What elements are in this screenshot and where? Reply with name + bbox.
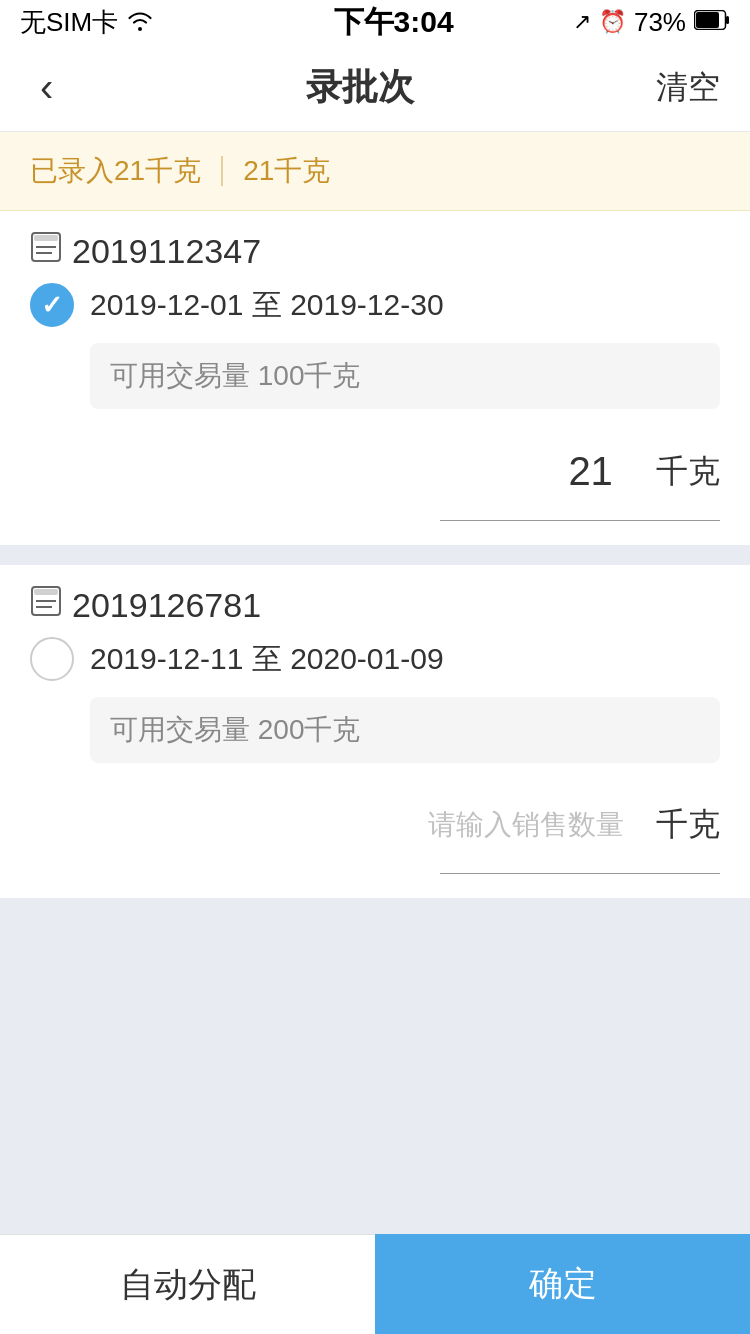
info-banner: 已录入21千克 21千克 xyxy=(0,132,750,211)
batch-card-1: 2019112347 2019-12-01 至 2019-12-30 可用交易量… xyxy=(0,211,750,545)
quantity-unit-2: 千克 xyxy=(656,803,720,847)
wifi-icon xyxy=(126,7,154,38)
back-button[interactable]: ‹ xyxy=(30,55,63,120)
batch-header-2: 2019126781 xyxy=(30,585,720,625)
status-carrier: 无SIM卡 xyxy=(20,5,154,40)
batch-id-2: 2019126781 xyxy=(72,586,261,625)
status-right: ↗ ⏰ 73% xyxy=(573,7,730,38)
total-label: 21千克 xyxy=(243,152,330,190)
batch-doc-icon-1 xyxy=(30,231,62,271)
location-icon: ↗ xyxy=(573,9,591,35)
batch-item-2: 2019126781 2019-12-11 至 2020-01-09 可用交易量… xyxy=(0,565,750,783)
quantity-spacer-1 xyxy=(629,449,640,494)
input-underline-2 xyxy=(440,873,720,874)
batch-item-1: 2019112347 2019-12-01 至 2019-12-30 可用交易量… xyxy=(0,211,750,429)
batch-date-1: 2019-12-01 至 2019-12-30 xyxy=(90,285,444,326)
batch-doc-icon-2 xyxy=(30,585,62,625)
section-divider xyxy=(0,545,750,565)
batch-date-row-2[interactable]: 2019-12-11 至 2020-01-09 xyxy=(30,637,720,681)
svg-rect-8 xyxy=(34,589,58,595)
battery-percent: 73% xyxy=(634,7,686,38)
alarm-icon: ⏰ xyxy=(599,9,626,35)
svg-rect-2 xyxy=(726,16,729,24)
radio-2[interactable] xyxy=(30,637,74,681)
bottom-area xyxy=(0,898,750,1278)
quantity-unit-1: 千克 xyxy=(656,450,720,494)
quantity-row-1: 21 千克 xyxy=(0,429,750,510)
batch-header-1: 2019112347 xyxy=(30,231,720,271)
quantity-placeholder-2: 请输入销售数量 xyxy=(30,806,624,844)
bottom-buttons: 自动分配 确定 xyxy=(0,1234,750,1334)
nav-bar: ‹ 录批次 清空 xyxy=(0,44,750,132)
page-title: 录批次 xyxy=(306,63,414,112)
input-line-container-1 xyxy=(0,510,750,545)
batch-available-1: 可用交易量 100千克 xyxy=(90,343,720,409)
confirm-button[interactable]: 确定 xyxy=(375,1234,750,1334)
entered-label: 已录入21千克 xyxy=(30,152,201,190)
batch-id-1: 2019112347 xyxy=(72,232,261,271)
status-bar: 无SIM卡 下午3:04 ↗ ⏰ 73% xyxy=(0,0,750,44)
radio-1[interactable] xyxy=(30,283,74,327)
battery-icon xyxy=(694,8,730,36)
batch-date-2: 2019-12-11 至 2020-01-09 xyxy=(90,639,444,680)
svg-rect-1 xyxy=(696,12,719,28)
banner-divider xyxy=(221,156,223,186)
quantity-value-1: 21 xyxy=(568,449,613,494)
batch-card-2: 2019126781 2019-12-11 至 2020-01-09 可用交易量… xyxy=(0,565,750,898)
input-underline-1 xyxy=(440,520,720,521)
clear-button[interactable]: 清空 xyxy=(656,66,720,110)
quantity-row-2[interactable]: 请输入销售数量 千克 xyxy=(0,783,750,863)
carrier-text: 无SIM卡 xyxy=(20,5,118,40)
svg-rect-4 xyxy=(34,235,58,241)
auto-distribute-button[interactable]: 自动分配 xyxy=(0,1234,375,1334)
batch-available-2: 可用交易量 200千克 xyxy=(90,697,720,763)
status-time: 下午3:04 xyxy=(214,2,573,43)
input-line-container-2 xyxy=(0,863,750,898)
batch-date-row-1[interactable]: 2019-12-01 至 2019-12-30 xyxy=(30,283,720,327)
